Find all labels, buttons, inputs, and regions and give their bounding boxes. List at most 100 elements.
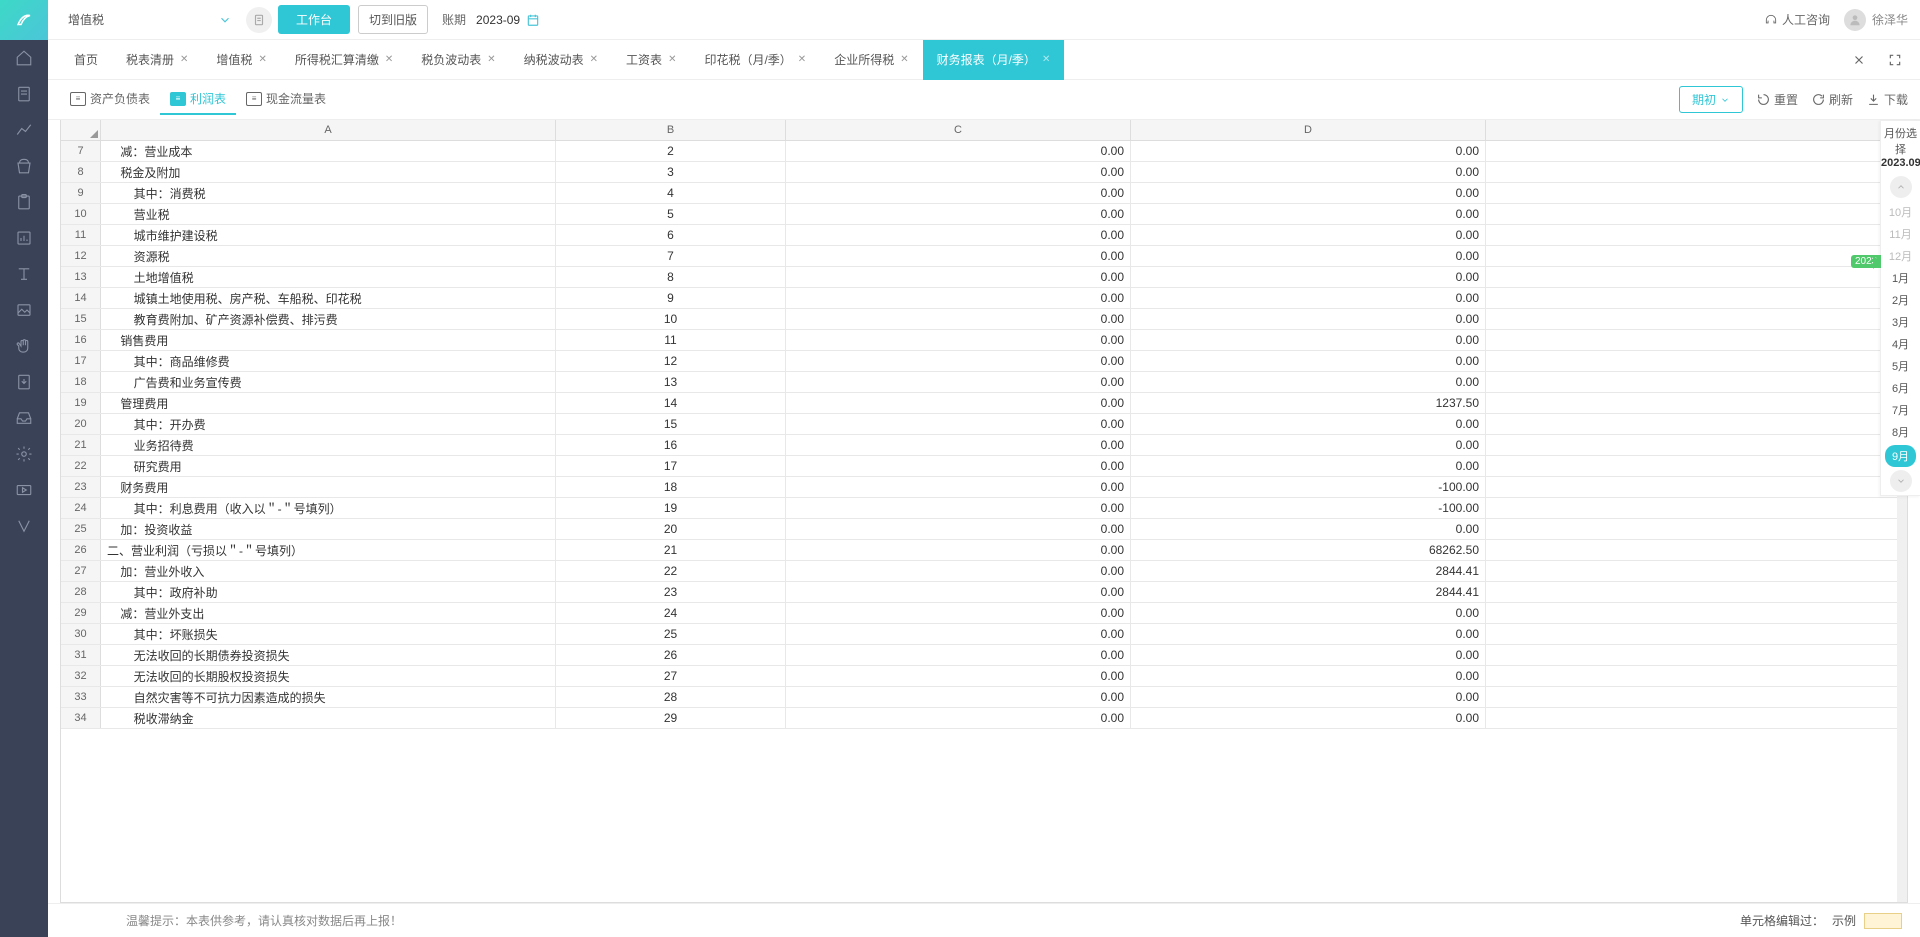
cell[interactable]: 0.00 [786, 246, 1131, 266]
month-item[interactable]: 9月 [1885, 445, 1916, 467]
cell[interactable]: 12 [556, 351, 786, 371]
cell[interactable]: 0.00 [786, 141, 1131, 161]
nav-text-icon[interactable] [0, 256, 48, 292]
period-value[interactable]: 2023-09 [476, 13, 520, 27]
row-header[interactable]: 11 [61, 225, 101, 245]
nav-hand-icon[interactable] [0, 328, 48, 364]
row-header[interactable]: 28 [61, 582, 101, 602]
nav-image-icon[interactable] [0, 292, 48, 328]
cell[interactable]: 0.00 [786, 561, 1131, 581]
row-header[interactable]: 15 [61, 309, 101, 329]
cell[interactable]: 0.00 [786, 456, 1131, 476]
close-icon[interactable]: ✕ [1042, 54, 1050, 65]
cell[interactable]: 0.00 [786, 267, 1131, 287]
row-header[interactable]: 31 [61, 645, 101, 665]
tab-0[interactable]: 首页 [60, 40, 112, 80]
row-header[interactable]: 25 [61, 519, 101, 539]
tab-3[interactable]: 所得税汇算清缴✕ [281, 40, 407, 80]
cell[interactable]: 0.00 [1131, 309, 1486, 329]
subtab-0[interactable]: ≡资产负债表 [60, 84, 160, 115]
row-header[interactable]: 17 [61, 351, 101, 371]
cell[interactable]: 27 [556, 666, 786, 686]
month-item[interactable]: 1月 [1881, 267, 1920, 289]
cell[interactable]: 0.00 [786, 645, 1131, 665]
tab-4[interactable]: 税负波动表✕ [407, 40, 509, 80]
cell[interactable]: 其中：政府补助 [101, 582, 556, 602]
cell[interactable]: 10 [556, 309, 786, 329]
download-button[interactable]: 下载 [1867, 91, 1908, 108]
cell[interactable]: 0.00 [786, 162, 1131, 182]
workbench-button[interactable]: 工作台 [278, 5, 350, 34]
row-header[interactable]: 32 [61, 666, 101, 686]
cell[interactable]: 14 [556, 393, 786, 413]
tab-7[interactable]: 印花税（月/季）✕ [690, 40, 820, 80]
cell[interactable]: 0.00 [1131, 351, 1486, 371]
nav-export-icon[interactable] [0, 364, 48, 400]
cell[interactable]: 0.00 [1131, 267, 1486, 287]
cell[interactable]: 城镇土地使用税、房产税、车船税、印花税 [101, 288, 556, 308]
cell[interactable]: 26 [556, 645, 786, 665]
cell[interactable]: 24 [556, 603, 786, 623]
row-header[interactable]: 9 [61, 183, 101, 203]
cell[interactable]: 0.00 [786, 582, 1131, 602]
cell[interactable]: 销售费用 [101, 330, 556, 350]
cell[interactable]: 加：投资收益 [101, 519, 556, 539]
app-logo[interactable] [0, 0, 48, 40]
row-header[interactable]: 21 [61, 435, 101, 455]
cell[interactable]: 0.00 [786, 351, 1131, 371]
cell[interactable]: 业务招待费 [101, 435, 556, 455]
cell[interactable]: 0.00 [786, 603, 1131, 623]
cell[interactable]: 自然灾害等不可抗力因素造成的损失 [101, 687, 556, 707]
cell[interactable]: 0.00 [1131, 645, 1486, 665]
close-icon[interactable]: ✕ [258, 54, 266, 65]
cell[interactable]: 研究费用 [101, 456, 556, 476]
cell[interactable]: 2 [556, 141, 786, 161]
nav-doc-icon[interactable] [0, 76, 48, 112]
nav-clipboard-icon[interactable] [0, 184, 48, 220]
cell[interactable]: 8 [556, 267, 786, 287]
month-item[interactable]: 8月 [1881, 421, 1920, 443]
month-item[interactable]: 3月 [1881, 311, 1920, 333]
cell[interactable]: 15 [556, 414, 786, 434]
doc-icon-button[interactable] [246, 7, 272, 33]
cell[interactable]: 0.00 [1131, 372, 1486, 392]
row-header[interactable]: 16 [61, 330, 101, 350]
cell[interactable]: 0.00 [1131, 225, 1486, 245]
cell[interactable]: 1237.50 [1131, 393, 1486, 413]
cell[interactable]: 0.00 [1131, 183, 1486, 203]
cell[interactable]: 二、营业利润（亏损以＂-＂号填列） [101, 540, 556, 560]
cell[interactable]: 0.00 [1131, 708, 1486, 728]
cell[interactable]: 0.00 [1131, 141, 1486, 161]
row-header[interactable]: 19 [61, 393, 101, 413]
col-header-a[interactable]: A [101, 120, 556, 140]
cell[interactable]: 其中：商品维修费 [101, 351, 556, 371]
col-header-d[interactable]: D [1131, 120, 1486, 140]
reset-button[interactable]: 重置 [1757, 91, 1798, 108]
fullscreen-button[interactable] [1882, 47, 1908, 73]
cell[interactable]: 19 [556, 498, 786, 518]
refresh-button[interactable]: 刷新 [1812, 91, 1853, 108]
cell[interactable]: 7 [556, 246, 786, 266]
cell[interactable]: 其中：利息费用（收入以＂-＂号填列） [101, 498, 556, 518]
month-item[interactable]: 6月 [1881, 377, 1920, 399]
row-header[interactable]: 33 [61, 687, 101, 707]
cell[interactable]: 0.00 [786, 708, 1131, 728]
company-dropdown[interactable]: 增值税 [60, 7, 240, 32]
cell[interactable]: 29 [556, 708, 786, 728]
cell[interactable]: 20 [556, 519, 786, 539]
cell[interactable]: 0.00 [1131, 330, 1486, 350]
cell[interactable]: 0.00 [786, 414, 1131, 434]
row-header[interactable]: 26 [61, 540, 101, 560]
cell[interactable]: 18 [556, 477, 786, 497]
cell[interactable]: 0.00 [786, 330, 1131, 350]
cell[interactable]: -100.00 [1131, 477, 1486, 497]
cell[interactable]: 0.00 [1131, 456, 1486, 476]
nav-bag-icon[interactable] [0, 148, 48, 184]
month-scroll-up[interactable] [1890, 176, 1912, 198]
close-icon[interactable]: ✕ [180, 54, 188, 65]
cell[interactable]: 教育费附加、矿产资源补偿费、排污费 [101, 309, 556, 329]
cell[interactable]: 0.00 [1131, 435, 1486, 455]
cell[interactable]: 0.00 [786, 477, 1131, 497]
cell[interactable]: 0.00 [1131, 624, 1486, 644]
cell[interactable]: 0.00 [786, 666, 1131, 686]
